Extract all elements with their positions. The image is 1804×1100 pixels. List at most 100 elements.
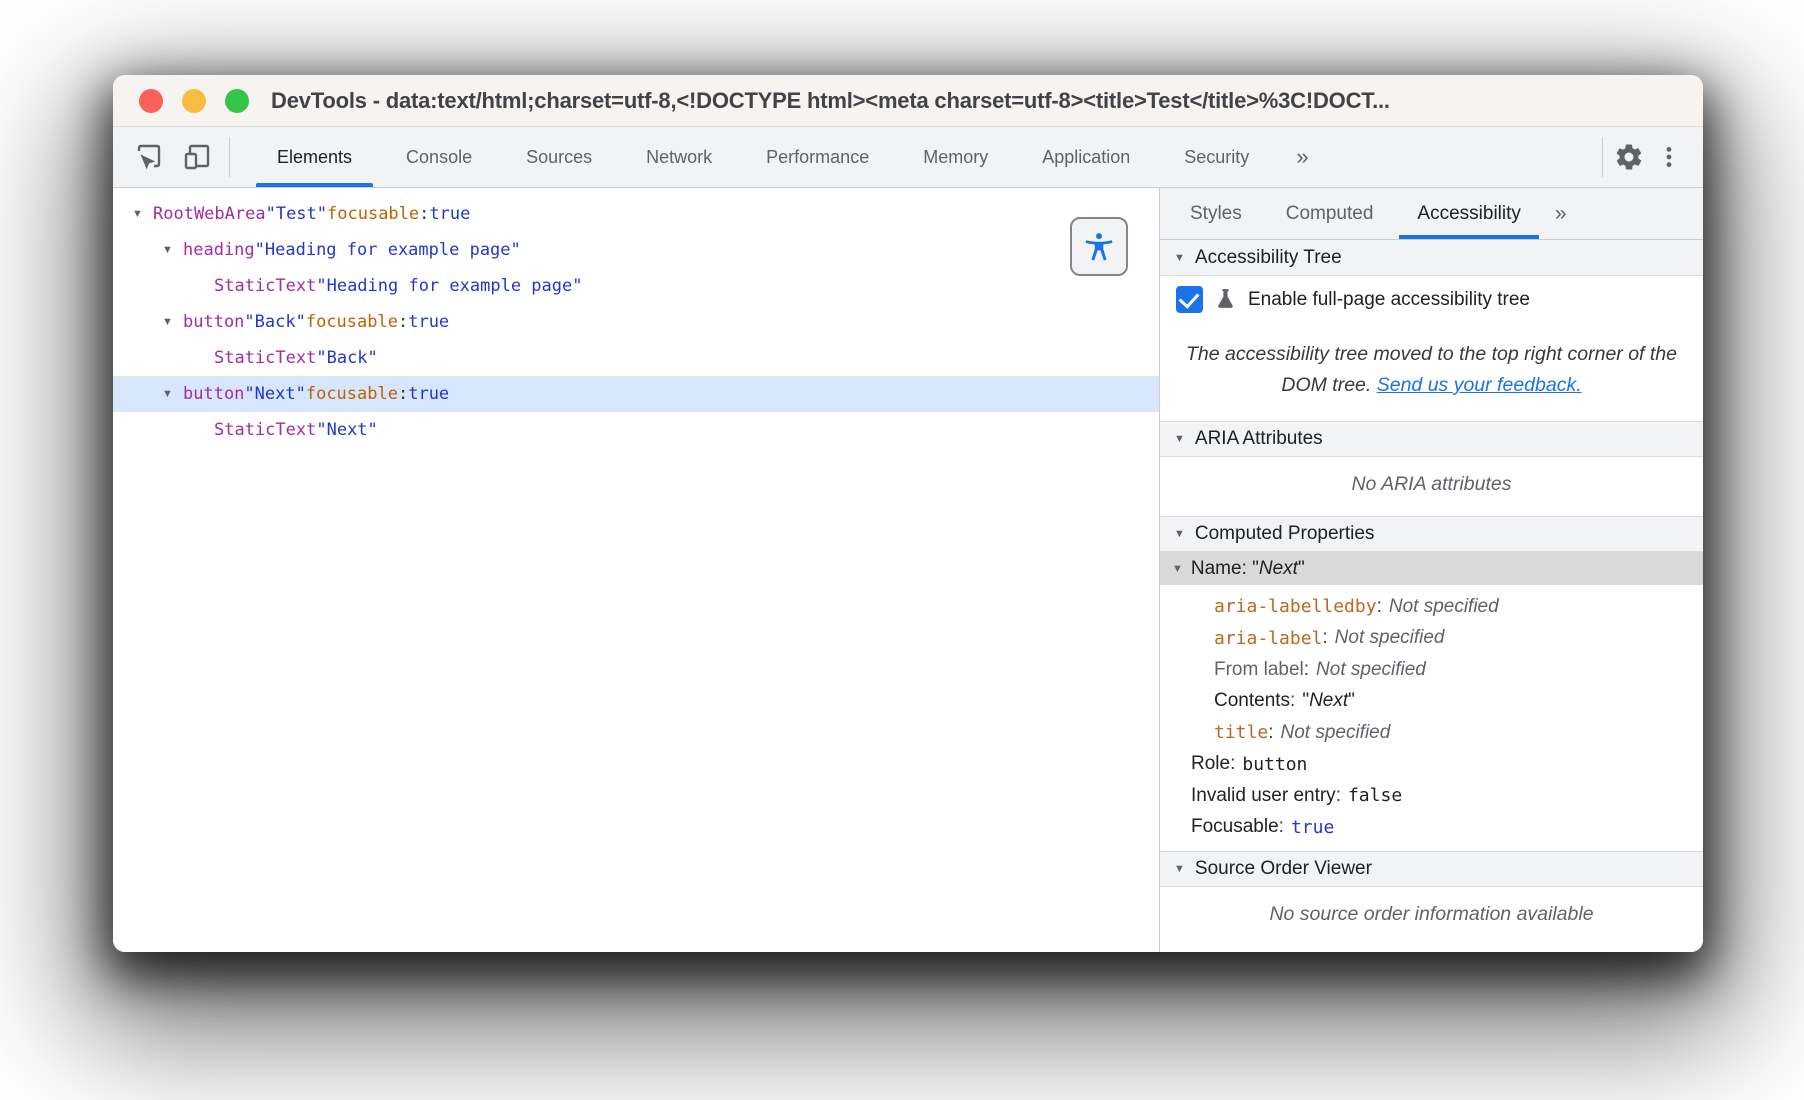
zoom-window-button[interactable] [225, 89, 249, 113]
window-title: DevTools - data:text/html;charset=utf-8,… [271, 88, 1390, 114]
minimize-window-button[interactable] [182, 89, 206, 113]
tree-role: button [183, 384, 244, 404]
tab-performance[interactable]: Performance [739, 127, 896, 187]
property-label: Role [1191, 753, 1230, 775]
accessibility-toggle-button[interactable] [1070, 217, 1128, 276]
tab-network[interactable]: Network [619, 127, 739, 187]
property-colon: : [1230, 753, 1235, 775]
property-label: Contents [1214, 690, 1290, 712]
tree-node-name: "Next" [316, 420, 377, 440]
computed-property-aria-labelledby: aria-labelledby: Not specified [1160, 591, 1703, 623]
settings-gear-icon[interactable] [1609, 137, 1649, 177]
feedback-link[interactable]: Send us your feedback. [1377, 374, 1582, 396]
sidebar-tab-computed[interactable]: Computed [1264, 188, 1396, 239]
expander-triangle-icon[interactable]: ▼ [152, 316, 183, 328]
experiment-flask-icon [1213, 287, 1238, 312]
property-value: Not specified [1335, 627, 1445, 649]
tree-colon: : [398, 312, 408, 332]
property-colon: : [1279, 816, 1284, 838]
property-colon: : [1377, 596, 1382, 618]
property-colon: : [1290, 690, 1295, 712]
property-label: Invalid user entry [1191, 785, 1336, 807]
device-toolbar-icon[interactable] [177, 137, 217, 177]
no-aria-attributes-message: No ARIA attributes [1160, 457, 1703, 516]
tree-row-button-next[interactable]: ▼button "Next" focusable: true [113, 376, 1159, 412]
property-value: button [1242, 754, 1307, 775]
computed-property-focusable: Focusable: true [1160, 812, 1703, 844]
tree-node-name: "Test" [266, 204, 327, 224]
computed-name-row[interactable]: ▼ Name: "Next" [1160, 552, 1703, 585]
tree-row-rootwebarea-test[interactable]: ▼RootWebArea "Test" focusable: true [113, 196, 1159, 232]
expander-triangle-icon[interactable]: ▼ [152, 388, 183, 400]
tree-row-heading-heading-for-example-page[interactable]: ▼heading "Heading for example page" [113, 232, 1159, 268]
tree-node-name: "Heading for example page" [316, 276, 582, 296]
tree-row-button-back[interactable]: ▼button "Back" focusable: true [113, 304, 1159, 340]
accessibility-person-icon [1082, 230, 1116, 264]
accessibility-sidebar: StylesComputedAccessibility» ▼ Accessibi… [1160, 188, 1703, 952]
more-tabs-button[interactable]: » [1276, 127, 1328, 187]
sidebar-more-tabs-button[interactable]: » [1543, 188, 1579, 239]
tree-role: button [183, 312, 244, 332]
toolbar-separator [229, 137, 230, 177]
chevron-down-icon: ▼ [1172, 563, 1183, 575]
tree-attribute: focusable [306, 384, 398, 404]
tree-attribute: focusable [327, 204, 419, 224]
computed-property-from-label: From label: Not specified [1160, 654, 1703, 686]
property-value: Not specified [1389, 596, 1499, 618]
enable-fullpage-a11y-label: Enable full-page accessibility tree [1248, 289, 1530, 311]
property-colon: : [1336, 785, 1341, 807]
chevron-down-icon: ▼ [1174, 252, 1185, 264]
tab-application[interactable]: Application [1015, 127, 1157, 187]
tab-elements[interactable]: Elements [250, 127, 379, 187]
section-header-accessibility-tree[interactable]: ▼ Accessibility Tree [1160, 240, 1703, 276]
enable-fullpage-a11y-checkbox[interactable] [1176, 286, 1203, 313]
property-value: true [1291, 817, 1334, 838]
computed-property-contents: Contents: "Next" [1160, 686, 1703, 718]
tree-node-name: "Next" [244, 384, 305, 404]
sidebar-tab-strip: StylesComputedAccessibility» [1160, 188, 1703, 240]
inspect-icon[interactable] [129, 137, 169, 177]
property-label: aria-label [1214, 628, 1322, 649]
tab-sources[interactable]: Sources [499, 127, 619, 187]
property-colon: : [1322, 627, 1327, 649]
property-value: "Next" [1302, 690, 1355, 712]
tree-colon: : [419, 204, 429, 224]
tree-node-name: "Back" [316, 348, 377, 368]
expander-triangle-icon[interactable]: ▼ [152, 244, 183, 256]
tree-attribute-value: true [429, 204, 470, 224]
section-header-source-order-viewer[interactable]: ▼ Source Order Viewer [1160, 851, 1703, 887]
tree-role: RootWebArea [153, 204, 266, 224]
tree-node-name: "Back" [244, 312, 305, 332]
computed-property-aria-label: aria-label: Not specified [1160, 623, 1703, 655]
property-colon: : [1304, 659, 1309, 681]
tree-role: StaticText [214, 348, 316, 368]
kebab-menu-icon[interactable] [1649, 137, 1689, 177]
section-header-aria-attributes[interactable]: ▼ ARIA Attributes [1160, 421, 1703, 457]
toolbar-right-separator [1602, 137, 1603, 177]
tree-row-statictext-heading-for-example-page[interactable]: StaticText "Heading for example page" [113, 268, 1159, 304]
devtools-window: DevTools - data:text/html;charset=utf-8,… [113, 75, 1703, 952]
close-window-button[interactable] [139, 89, 163, 113]
tree-row-statictext-back[interactable]: StaticText "Back" [113, 340, 1159, 376]
property-label: aria-labelledby [1214, 596, 1377, 617]
property-value: false [1348, 785, 1402, 806]
property-label: Focusable [1191, 816, 1279, 838]
tree-colon: : [398, 384, 408, 404]
sidebar-tab-styles[interactable]: Styles [1168, 188, 1264, 239]
computed-property-title: title:Not specified [1160, 717, 1703, 749]
tab-console[interactable]: Console [379, 127, 499, 187]
tree-row-statictext-next[interactable]: StaticText "Next" [113, 412, 1159, 448]
tab-security[interactable]: Security [1157, 127, 1276, 187]
computed-property-role: Role: button [1160, 749, 1703, 781]
section-header-computed-properties[interactable]: ▼ Computed Properties [1160, 516, 1703, 552]
elements-accessibility-tree-pane: ▼RootWebArea "Test" focusable: true▼head… [113, 188, 1160, 952]
traffic-lights [139, 89, 249, 113]
property-label: From label [1214, 659, 1304, 681]
tree-role: StaticText [214, 420, 316, 440]
sidebar-tab-accessibility[interactable]: Accessibility [1395, 188, 1542, 239]
property-value: Not specified [1316, 659, 1426, 681]
tree-role: heading [183, 240, 255, 260]
expander-triangle-icon[interactable]: ▼ [122, 208, 153, 220]
tab-memory[interactable]: Memory [896, 127, 1015, 187]
chevron-down-icon: ▼ [1174, 433, 1185, 445]
